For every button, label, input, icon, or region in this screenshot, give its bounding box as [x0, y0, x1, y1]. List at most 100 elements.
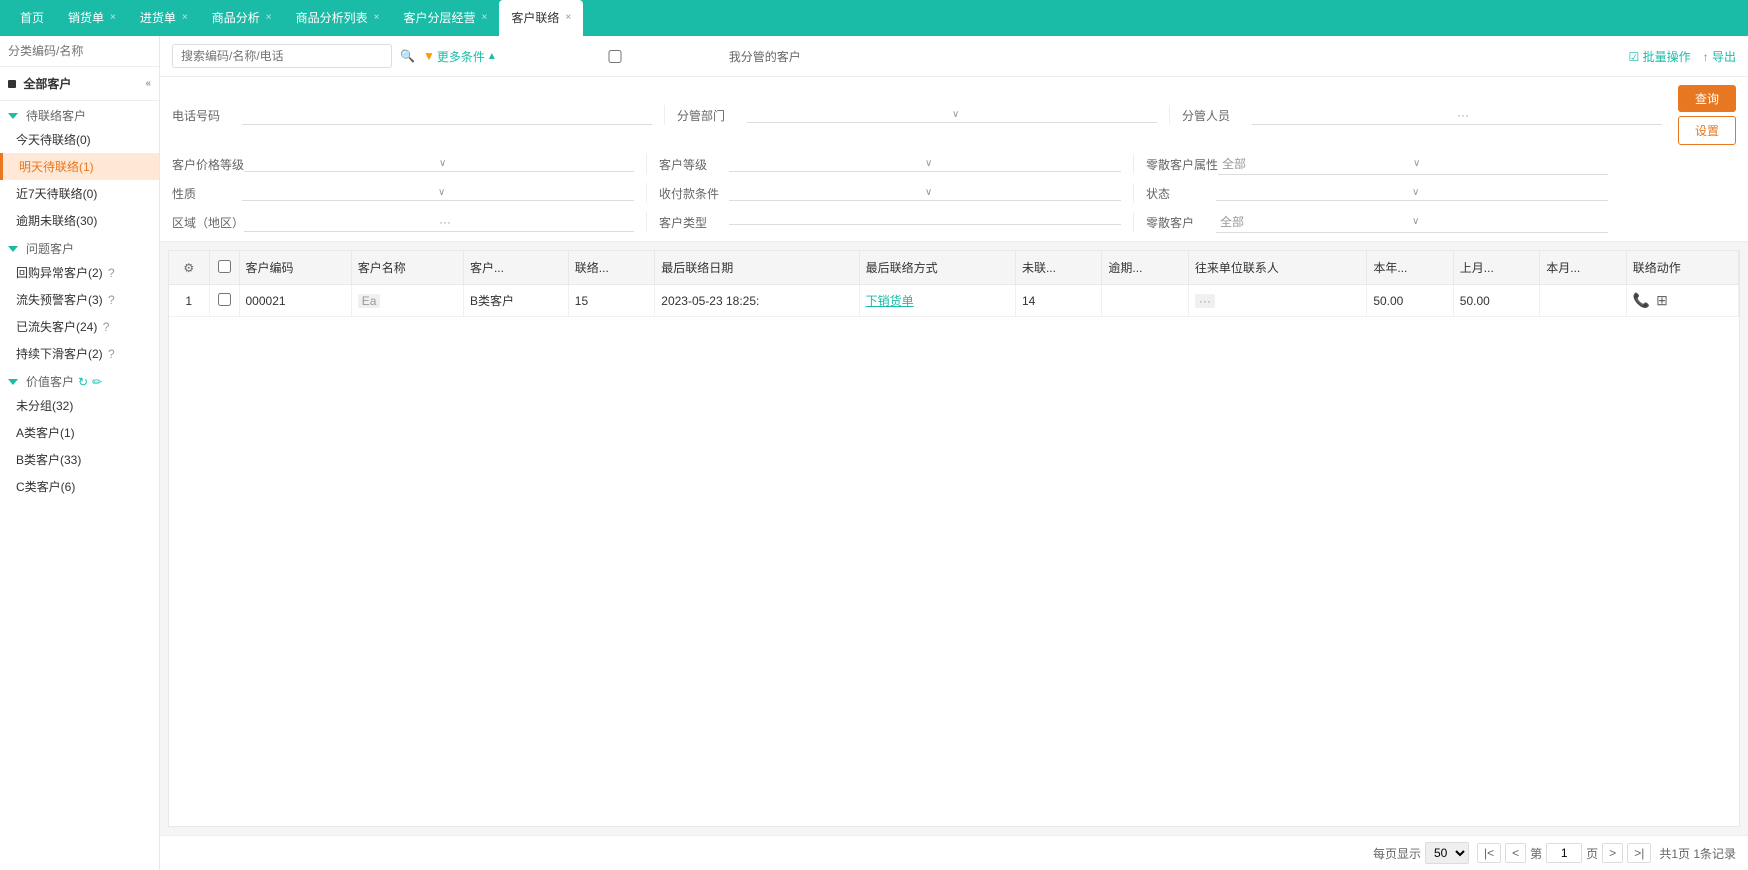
- batch-operation-button[interactable]: ☑ 批量操作: [1629, 48, 1691, 65]
- sidebar-item-overdue[interactable]: 逾期未联络(30): [0, 207, 159, 234]
- select-all-checkbox[interactable]: [218, 260, 231, 273]
- row-unit-contact: ···: [1188, 285, 1366, 317]
- sidebar-item-unclassified[interactable]: 未分组(32): [0, 392, 159, 419]
- last-page-button[interactable]: >|: [1627, 843, 1651, 863]
- col-action-header: 联络动作: [1626, 251, 1738, 285]
- filter-price-level-select[interactable]: ∨: [244, 156, 634, 172]
- sidebar-all-customers[interactable]: 全部客户 «: [0, 67, 159, 101]
- set-button[interactable]: 设置: [1678, 116, 1736, 145]
- close-icon[interactable]: ×: [110, 0, 116, 36]
- first-page-button[interactable]: |<: [1477, 843, 1501, 863]
- nav-home[interactable]: 首页: [8, 0, 56, 36]
- sidebar-group-value: 价值客户 ↻ ✏: [0, 367, 159, 392]
- chevron-down-icon: ∨: [439, 158, 630, 169]
- search-input[interactable]: [172, 44, 392, 68]
- filter-person-select[interactable]: ···: [1252, 106, 1662, 125]
- nav-purchase-order[interactable]: 进货单 ×: [128, 0, 200, 36]
- page-number-input[interactable]: [1546, 843, 1582, 863]
- sidebar-item-repurchase-abnormal[interactable]: 回购异常客户(2) ?: [0, 259, 159, 286]
- next-page-button[interactable]: >: [1602, 843, 1623, 863]
- sidebar-item-class-a[interactable]: A类客户(1): [0, 419, 159, 446]
- sidebar-group-problem: 问题客户: [0, 234, 159, 259]
- top-navigation: 首页 销货单 × 进货单 × 商品分析 × 商品分析列表 × 客户分层经营 × …: [0, 0, 1748, 36]
- export-button[interactable]: ↑ 导出: [1703, 48, 1736, 65]
- filter-phone-input[interactable]: [242, 106, 652, 125]
- sidebar-item-7days[interactable]: 近7天待联络(0): [0, 180, 159, 207]
- total-records: 共1页 1条记录: [1659, 845, 1736, 862]
- col-this-month-header: 本月...: [1540, 251, 1626, 285]
- nav-customer-contact[interactable]: 客户联络 ×: [499, 0, 583, 36]
- sidebar-item-churned[interactable]: 已流失客户(24) ?: [0, 313, 159, 340]
- filter-nature: 性质 ∨: [172, 185, 634, 202]
- sidebar-item-class-c[interactable]: C类客户(6): [0, 473, 159, 500]
- per-page-select[interactable]: 50: [1425, 842, 1469, 864]
- close-icon[interactable]: ×: [565, 0, 571, 36]
- row-overdue: [1102, 285, 1188, 317]
- close-icon[interactable]: ×: [266, 0, 272, 36]
- table-footer: 每页显示 50 |< < 第 页 > >| 共1页 1条记录: [160, 835, 1748, 870]
- col-overdue-header: 逾期...: [1102, 251, 1188, 285]
- sidebar-item-class-b[interactable]: B类客户(33): [0, 446, 159, 473]
- col-unit-contact-header: 往来单位联系人: [1188, 251, 1366, 285]
- nav-sales-order[interactable]: 销货单 ×: [56, 0, 128, 36]
- grid-action-icon[interactable]: ⊞: [1656, 292, 1668, 309]
- col-settings-header[interactable]: ⚙: [169, 251, 209, 285]
- sidebar: 🔍 全部客户 « 待联络客户 今天待联络(0) 明天待联络(1) 近7天待联络(…: [0, 36, 160, 870]
- col-contact-header: 联络...: [568, 251, 654, 285]
- query-button[interactable]: 查询: [1678, 85, 1736, 112]
- filter-retail-attr: 零散客户属性 全部 ∨: [1146, 153, 1608, 175]
- main-content: 🔍 ▼ 更多条件 ▲ 我分管的客户 ☑ 批量操作 ↑ 导出: [160, 36, 1748, 870]
- col-this-year-header: 本年...: [1367, 251, 1453, 285]
- filter-dept-select[interactable]: ∨: [747, 107, 1157, 123]
- filter-payment-select[interactable]: ∨: [729, 185, 1121, 201]
- filter-retail-customer-select[interactable]: 全部 ∨: [1216, 211, 1608, 233]
- col-last-method-header: 最后联络方式: [859, 251, 1015, 285]
- sidebar-search-input[interactable]: [8, 44, 160, 58]
- filter-panel: 电话号码 分管部门 ∨ 分管人员 ···: [160, 77, 1748, 242]
- close-icon[interactable]: ×: [182, 0, 188, 36]
- col-name-header: 客户名称: [351, 251, 463, 285]
- row-checkbox: [209, 285, 239, 317]
- filter-area-select[interactable]: ···: [244, 213, 634, 232]
- prev-page-button[interactable]: <: [1505, 843, 1526, 863]
- row-select-checkbox[interactable]: [218, 293, 231, 306]
- page-label: 第: [1530, 845, 1542, 862]
- sidebar-item-declining[interactable]: 持续下滑客户(2) ?: [0, 340, 159, 367]
- filter-retail-customer: 零散客户 全部 ∨: [1146, 211, 1608, 233]
- filter-nature-select[interactable]: ∨: [242, 185, 634, 201]
- row-num: 1: [169, 285, 209, 317]
- ellipsis-icon: ···: [1457, 108, 1658, 122]
- filter-row-3: 性质 ∨ 收付款条件 ∨ 状态: [172, 183, 1736, 203]
- chevron-down-icon: ∨: [438, 187, 630, 198]
- action-buttons: 查询 设置: [1678, 85, 1736, 145]
- chevron-down-icon: ∨: [1413, 158, 1604, 169]
- filter-retail-attr-select[interactable]: 全部 ∨: [1218, 153, 1608, 175]
- my-customers-checkbox[interactable]: [505, 50, 725, 63]
- filter-status-select[interactable]: ∨: [1216, 185, 1608, 201]
- sidebar-item-tomorrow[interactable]: 明天待联络(1): [0, 153, 159, 180]
- chevron-down-icon: ∨: [1412, 187, 1604, 198]
- filter-customer-type-select[interactable]: [729, 220, 1121, 225]
- nav-customer-stratification[interactable]: 客户分层经营 ×: [391, 0, 499, 36]
- main-layout: 🔍 全部客户 « 待联络客户 今天待联络(0) 明天待联络(1) 近7天待联络(…: [0, 36, 1748, 870]
- search-bar: 🔍 ▼ 更多条件 ▲ 我分管的客户 ☑ 批量操作 ↑ 导出: [160, 36, 1748, 77]
- pagination: |< < 第 页 > >|: [1477, 843, 1651, 863]
- col-check-header: [209, 251, 239, 285]
- close-icon[interactable]: ×: [374, 0, 380, 36]
- search-submit-icon[interactable]: 🔍: [400, 49, 415, 63]
- more-filter-button[interactable]: ▼ 更多条件 ▲: [423, 48, 497, 65]
- sidebar-item-today[interactable]: 今天待联络(0): [0, 126, 159, 153]
- phone-action-icon[interactable]: 📞: [1633, 292, 1650, 309]
- filter-person: 分管人员 ···: [1182, 106, 1662, 125]
- table-row: 1 000021 Ea B类客户 15 2023-05-23 18:25: 下销…: [169, 285, 1739, 317]
- filter-phone: 电话号码: [172, 106, 652, 125]
- filter-customer-level-select[interactable]: ∨: [729, 156, 1121, 172]
- nav-product-analysis[interactable]: 商品分析 ×: [200, 0, 284, 36]
- close-icon[interactable]: ×: [481, 0, 487, 36]
- right-actions: ☑ 批量操作 ↑ 导出: [1629, 48, 1736, 65]
- filter-status: 状态 ∨: [1146, 185, 1608, 202]
- sidebar-item-churn-warning[interactable]: 流失预警客户(3) ?: [0, 286, 159, 313]
- my-customers-checkbox-label[interactable]: 我分管的客户: [505, 48, 801, 65]
- nav-product-analysis-list[interactable]: 商品分析列表 ×: [284, 0, 392, 36]
- page-size-selector: 每页显示 50: [1373, 842, 1469, 864]
